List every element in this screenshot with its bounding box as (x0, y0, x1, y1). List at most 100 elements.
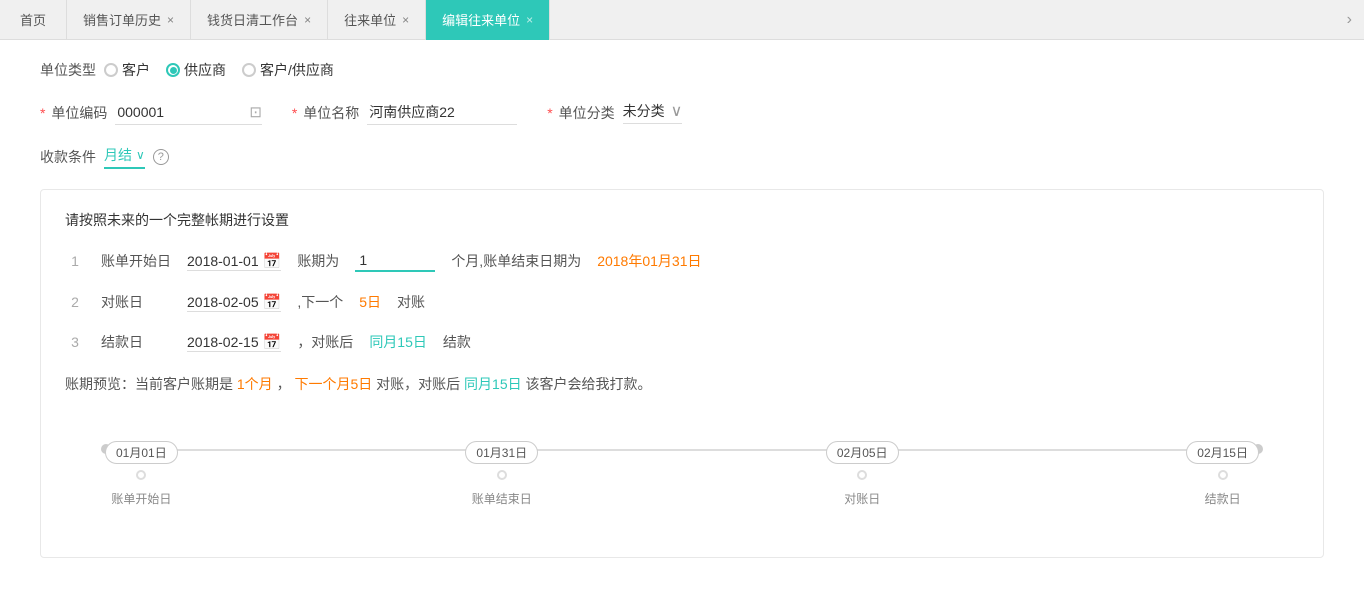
radio-supplier[interactable]: 供应商 (166, 60, 226, 80)
tab-cash-ledger[interactable]: 钱货日清工作台 × (191, 0, 328, 40)
step-row-1: 1 账单开始日 2018-01-01 📅 账期为 个月,账单结束日期为 2018… (65, 250, 1299, 272)
step3-desc-prefix: ，对账后 (297, 332, 353, 352)
radio-both[interactable]: 客户/供应商 (242, 60, 334, 80)
tab-label: 钱货日清工作台 (207, 10, 298, 29)
preview-suffix: 该客户会给我打款。 (526, 376, 652, 392)
step3-date-display: 2018-02-15 (187, 334, 259, 350)
preview-mid1: ， (277, 376, 291, 392)
tab-home[interactable]: 首页 (0, 0, 67, 40)
node-label-bottom-1: 账单开始日 (111, 490, 171, 507)
copy-icon[interactable]: ⊡ (249, 103, 262, 121)
tab-label: 销售订单历史 (83, 10, 161, 29)
step1-date-input-wrap: 2018-01-01 📅 (187, 252, 281, 271)
unit-classify-group: * 单位分类 未分类 ∨ (547, 101, 682, 124)
tab-expand-button[interactable]: › (1335, 11, 1364, 29)
step-row-2: 2 对账日 2018-02-05 📅 ,下一个 5日 对账 (65, 292, 1299, 312)
required-star: * (40, 105, 45, 121)
radio-group-unit-type: 客户 供应商 客户/供应商 (104, 60, 334, 80)
preview-p1: 1个月 (237, 376, 273, 392)
help-icon[interactable]: ? (153, 149, 169, 165)
preview-text: 账期预览：当前客户账期是 1个月 ， 下一个月5日 对账，对账后 同月15日 该… (65, 372, 1299, 397)
step3-date-input-wrap: 2018-02-15 📅 (187, 333, 281, 352)
step1-end-date: 2018年01月31日 (597, 251, 701, 271)
payment-condition-row: 收款条件 月结 ∨ ? (40, 145, 1324, 169)
unit-classify-value: 未分类 (623, 101, 665, 121)
payment-condition-label: 收款条件 (40, 147, 96, 167)
calendar-icon-step1[interactable]: 📅 (263, 252, 282, 270)
unit-code-group: * 单位编码 ⊡ (40, 100, 262, 125)
tab-edit-counterparty[interactable]: 编辑往来单位 × (426, 0, 550, 40)
step1-suffix: 账期为 (297, 251, 339, 271)
close-icon[interactable]: × (304, 13, 311, 27)
step2-desc-suffix: 对账 (397, 292, 425, 312)
unit-code-label: * 单位编码 (40, 103, 107, 123)
node-label-bottom-3: 对账日 (844, 490, 880, 507)
main-content: 单位类型 客户 供应商 客户/供应商 * 单位编码 (0, 40, 1364, 608)
unit-type-label: 单位类型 (40, 60, 96, 80)
tab-home-label: 首页 (20, 10, 46, 29)
unit-classify-chevron-icon: ∨ (671, 101, 683, 121)
unit-type-row: 单位类型 客户 供应商 客户/供应商 (40, 60, 1324, 80)
panel-title: 请按照未来的一个完整帐期进行设置 (65, 210, 1299, 230)
unit-classify-label: * 单位分类 (547, 103, 614, 123)
required-star: * (292, 105, 297, 121)
node-label-top-1: 01月01日 (105, 441, 178, 464)
node-dot-2 (497, 470, 507, 480)
close-icon[interactable]: × (526, 13, 533, 27)
step1-month-unit: 个月,账单结束日期为 (451, 251, 581, 271)
step-num-1: 1 (65, 253, 85, 269)
step-label-3: 结款日 (101, 332, 171, 352)
unit-name-input[interactable] (367, 100, 517, 124)
radio-customer[interactable]: 客户 (104, 60, 150, 80)
step2-desc-highlight: 5日 (359, 292, 381, 312)
step-row-3: 3 结款日 2018-02-15 📅 ，对账后 同月15日 结款 (65, 332, 1299, 352)
timeline-node-1: 01月01日 账单开始日 (105, 441, 178, 507)
node-label-top-2: 01月31日 (465, 441, 538, 464)
step2-date-display: 2018-02-05 (187, 294, 259, 310)
unit-type-group: 单位类型 客户 供应商 客户/供应商 (40, 60, 334, 80)
radio-circle-supplier (166, 63, 180, 77)
unit-classify-select[interactable]: 未分类 ∨ (623, 101, 683, 124)
node-label-top-4: 02月15日 (1186, 441, 1259, 464)
payment-condition-value: 月结 (104, 145, 132, 165)
node-dot-4 (1218, 470, 1228, 480)
tab-bar: 首页 销售订单历史 × 钱货日清工作台 × 往来单位 × 编辑往来单位 × › (0, 0, 1364, 40)
timeline: 01月01日 账单开始日 01月31日 账单结束日 02月05日 对账日 02月… (65, 421, 1299, 537)
unit-code-input[interactable] (115, 100, 245, 124)
timeline-node-3: 02月05日 对账日 (826, 441, 899, 507)
tab-sales-order-history[interactable]: 销售订单历史 × (67, 0, 191, 40)
step-num-2: 2 (65, 294, 85, 310)
step2-date-input-wrap: 2018-02-05 📅 (187, 293, 281, 312)
payment-condition-group: 收款条件 月结 ∨ ? (40, 145, 169, 169)
timeline-nodes: 01月01日 账单开始日 01月31日 账单结束日 02月05日 对账日 02月… (105, 441, 1259, 507)
payment-condition-chevron-icon: ∨ (136, 148, 145, 162)
tab-counterparty[interactable]: 往来单位 × (328, 0, 426, 40)
unit-name-input-wrap (367, 100, 517, 125)
node-dot-3 (857, 470, 867, 480)
close-icon[interactable]: × (167, 13, 174, 27)
step-label-1: 账单开始日 (101, 251, 171, 271)
tab-label: 编辑往来单位 (442, 10, 520, 29)
close-icon[interactable]: × (402, 13, 409, 27)
step3-desc-highlight: 同月15日 (369, 332, 427, 352)
node-label-bottom-4: 结款日 (1205, 490, 1241, 507)
radio-circle-customer (104, 63, 118, 77)
preview-p3: 同月15日 (464, 376, 522, 392)
timeline-node-2: 01月31日 账单结束日 (465, 441, 538, 507)
radio-supplier-label: 供应商 (184, 60, 226, 80)
unit-name-label: * 单位名称 (292, 103, 359, 123)
step3-desc-suffix: 结款 (443, 332, 471, 352)
preview-p2: 下一个月5日 (294, 376, 372, 392)
month-input[interactable] (355, 250, 435, 272)
node-dot-1 (136, 470, 146, 480)
payment-condition-select[interactable]: 月结 ∨ (104, 145, 145, 169)
calendar-icon-step3[interactable]: 📅 (263, 333, 282, 351)
step-label-2: 对账日 (101, 292, 171, 312)
step2-desc-prefix: ,下一个 (297, 292, 343, 312)
unit-code-input-wrap: ⊡ (115, 100, 262, 125)
calendar-icon-step2[interactable]: 📅 (263, 293, 282, 311)
settings-panel: 请按照未来的一个完整帐期进行设置 1 账单开始日 2018-01-01 📅 账期… (40, 189, 1324, 558)
tab-label: 往来单位 (344, 10, 396, 29)
required-star: * (547, 105, 552, 121)
radio-customer-label: 客户 (122, 60, 150, 80)
